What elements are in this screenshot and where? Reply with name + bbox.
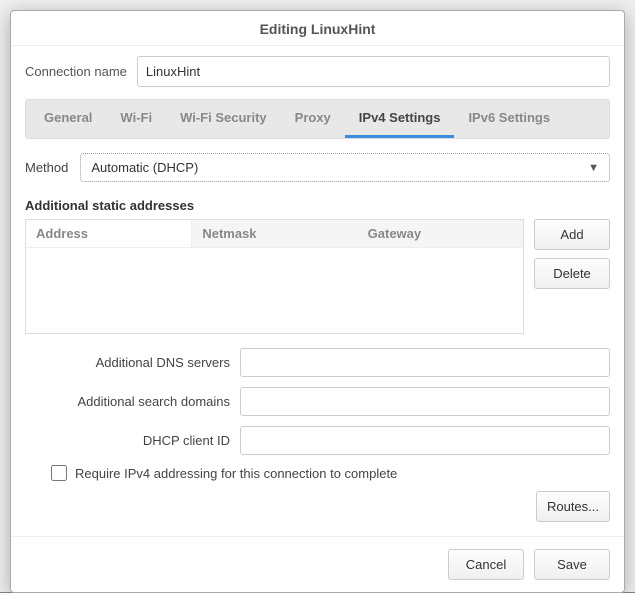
cancel-button[interactable]: Cancel <box>448 549 524 580</box>
routes-button[interactable]: Routes... <box>536 491 610 522</box>
addresses-buttons: Add Delete <box>534 219 610 334</box>
method-label: Method <box>25 160 68 175</box>
tab-proxy[interactable]: Proxy <box>281 100 345 138</box>
method-select[interactable]: Automatic (DHCP) ▼ <box>80 153 610 182</box>
dialog-footer: Cancel Save <box>11 536 624 592</box>
add-button[interactable]: Add <box>534 219 610 250</box>
col-address: Address <box>26 220 192 247</box>
chevron-down-icon: ▼ <box>588 162 599 174</box>
save-button[interactable]: Save <box>534 549 610 580</box>
search-domains-row: Additional search domains <box>25 387 610 416</box>
require-ipv4-checkbox[interactable] <box>51 465 67 481</box>
tab-general[interactable]: General <box>30 100 106 138</box>
edit-connection-dialog: Editing LinuxHint Connection name Genera… <box>10 10 625 593</box>
tab-wifi-security[interactable]: Wi-Fi Security <box>166 100 281 138</box>
addresses-header: Address Netmask Gateway <box>26 220 523 248</box>
tab-wifi[interactable]: Wi-Fi <box>106 100 166 138</box>
connection-name-label: Connection name <box>25 64 127 79</box>
require-ipv4-row: Require IPv4 addressing for this connect… <box>51 465 610 481</box>
method-row: Method Automatic (DHCP) ▼ <box>25 153 610 182</box>
tab-ipv6-settings[interactable]: IPv6 Settings <box>454 100 564 138</box>
col-gateway: Gateway <box>358 220 523 247</box>
tab-ipv4-settings[interactable]: IPv4 Settings <box>345 100 455 138</box>
addresses-section-label: Additional static addresses <box>25 198 610 213</box>
dns-label: Additional DNS servers <box>25 355 240 370</box>
dhcp-id-input[interactable] <box>240 426 610 455</box>
search-domains-input[interactable] <box>240 387 610 416</box>
search-domains-label: Additional search domains <box>25 394 240 409</box>
routes-row: Routes... <box>25 491 610 522</box>
addresses-row: Address Netmask Gateway Add Delete <box>25 219 610 334</box>
dns-input[interactable] <box>240 348 610 377</box>
tabs: General Wi-Fi Wi-Fi Security Proxy IPv4 … <box>25 99 610 139</box>
col-netmask: Netmask <box>192 220 357 247</box>
dhcp-id-row: DHCP client ID <box>25 426 610 455</box>
dialog-title: Editing LinuxHint <box>11 11 624 46</box>
require-ipv4-label: Require IPv4 addressing for this connect… <box>75 466 397 481</box>
method-value: Automatic (DHCP) <box>91 160 198 175</box>
dns-row: Additional DNS servers <box>25 348 610 377</box>
connection-name-input[interactable] <box>137 56 610 87</box>
connection-name-row: Connection name <box>25 56 610 87</box>
addresses-table[interactable]: Address Netmask Gateway <box>25 219 524 334</box>
dhcp-id-label: DHCP client ID <box>25 433 240 448</box>
delete-button[interactable]: Delete <box>534 258 610 289</box>
